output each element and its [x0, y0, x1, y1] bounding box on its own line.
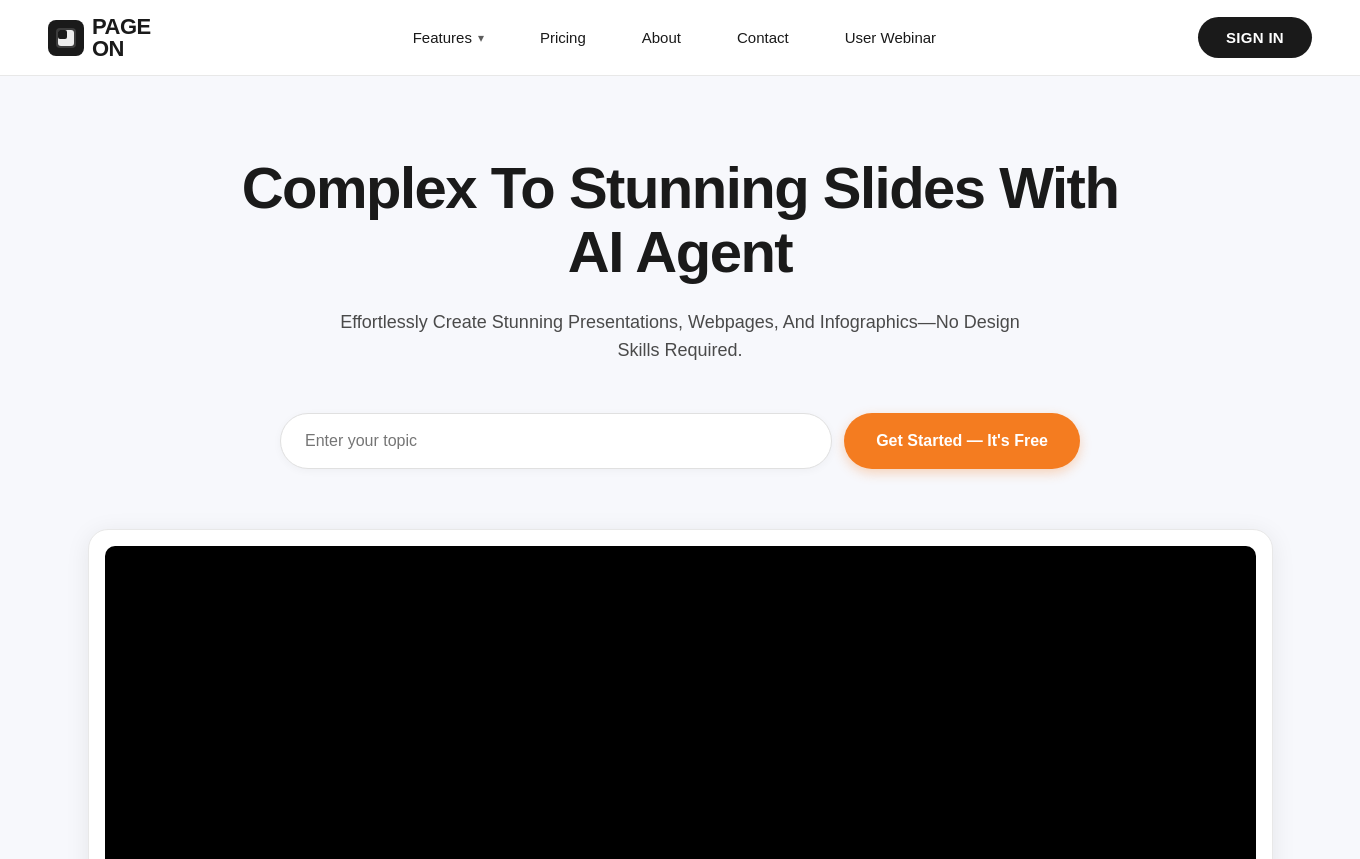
nav-link-user-webinar[interactable]: User Webinar — [817, 21, 964, 54]
hero-title: Complex To Stunning Slides With AI Agent — [230, 156, 1130, 284]
nav-link-contact[interactable]: Contact — [709, 21, 817, 54]
navbar: PAGEON Features ▾ Pricing About Contact — [0, 0, 1360, 76]
nav-item-pricing: Pricing — [512, 21, 614, 54]
nav-link-pricing[interactable]: Pricing — [512, 21, 614, 54]
hero-subtitle: Effortlessly Create Stunning Presentatio… — [340, 308, 1020, 366]
video-container — [88, 529, 1273, 859]
nav-item-user-webinar: User Webinar — [817, 21, 964, 54]
logo-icon — [48, 20, 84, 56]
svg-rect-2 — [58, 30, 67, 39]
logo-link[interactable]: PAGEON — [48, 16, 151, 60]
logo-text: PAGEON — [92, 16, 151, 60]
topic-input[interactable] — [280, 413, 832, 469]
nav-item-about: About — [614, 21, 709, 54]
nav-item-features: Features ▾ — [385, 21, 512, 54]
hero-section: Complex To Stunning Slides With AI Agent… — [0, 76, 1360, 529]
cta-container: Get Started — It's Free — [280, 413, 1080, 469]
nav-links: Features ▾ Pricing About Contact User We… — [385, 21, 964, 54]
video-section — [0, 529, 1360, 859]
chevron-down-icon: ▾ — [478, 31, 484, 45]
video-frame — [105, 546, 1256, 859]
nav-item-contact: Contact — [709, 21, 817, 54]
get-started-button[interactable]: Get Started — It's Free — [844, 413, 1080, 469]
nav-link-about[interactable]: About — [614, 21, 709, 54]
nav-link-features[interactable]: Features ▾ — [385, 21, 512, 54]
sign-in-button[interactable]: SIGN IN — [1198, 17, 1312, 58]
